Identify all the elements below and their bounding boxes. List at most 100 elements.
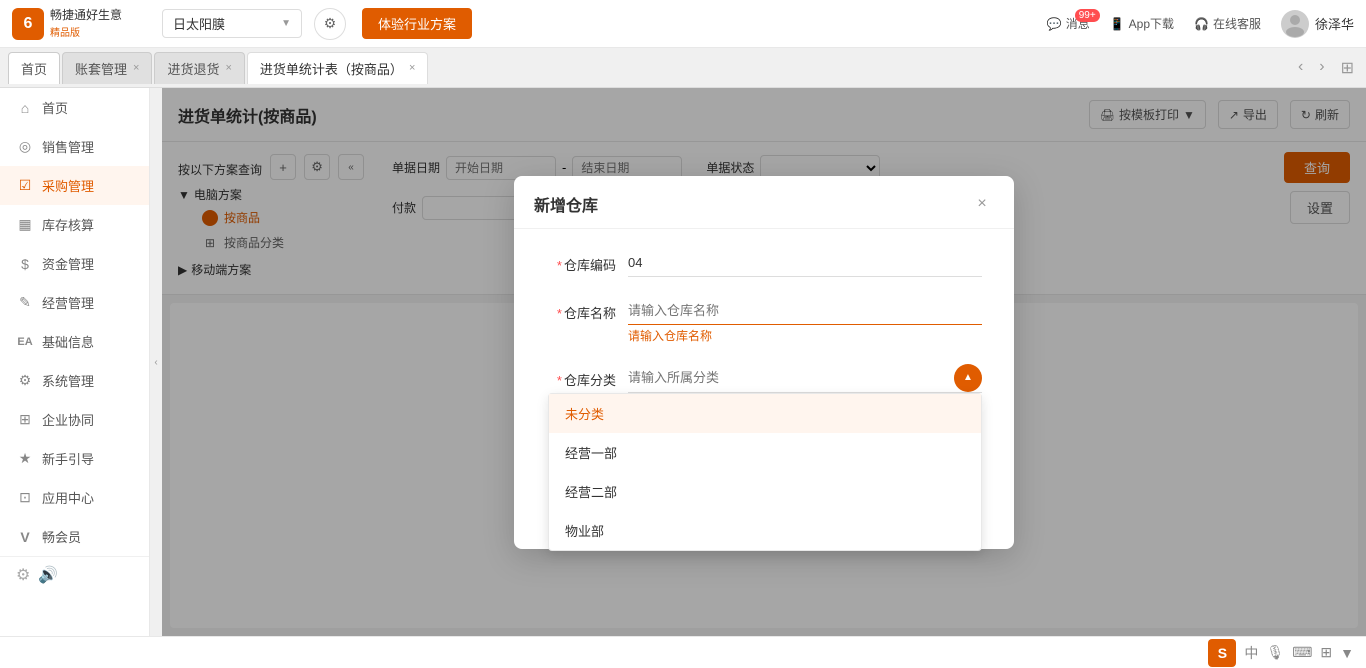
sidebar-item-apps[interactable]: ⊡ 应用中心	[0, 478, 149, 517]
header-actions: ⚙ 体验行业方案	[314, 8, 472, 40]
top-header: 6 畅捷通好生意 精品版 日太阳膜 ▼ ⚙ 体验行业方案 💬 消息 99+ 📱 …	[0, 0, 1366, 48]
trial-button[interactable]: 体验行业方案	[362, 8, 472, 39]
s-logo: S	[1208, 639, 1236, 667]
sidebar-guide-label: 新手引导	[42, 449, 94, 468]
warehouse-code-input[interactable]	[628, 249, 982, 277]
apps-icon: ⊡	[16, 489, 34, 506]
tab-menu-button[interactable]: ⊞	[1337, 58, 1358, 78]
app-download-label: App下载	[1129, 15, 1174, 32]
sidebar: ⌂ 首页 ◎ 销售管理 ☑ 采购管理 ▦ 库存核算 $ 资金管理 ✎ 经营管理 …	[0, 88, 150, 636]
category-input[interactable]	[628, 364, 954, 391]
store-dropdown-arrow: ▼	[281, 18, 291, 29]
form-row-code: 仓库编码	[546, 249, 982, 277]
modal-header: 新增仓库 ×	[514, 176, 1014, 229]
bottom-grid-icon[interactable]: ⊞	[1320, 644, 1332, 661]
tab-next-button[interactable]: ›	[1315, 58, 1328, 78]
finance-icon: $	[16, 256, 34, 272]
sidebar-finance-label: 资金管理	[42, 254, 94, 273]
logo-icon: 6	[12, 8, 44, 40]
home-icon: ⌂	[16, 100, 34, 116]
accounts-tab-label: 账套管理	[75, 59, 127, 78]
dropdown-item-dept2[interactable]: 经营二部	[549, 472, 981, 511]
sidebar-collapse-button[interactable]: ‹	[150, 88, 162, 636]
sidebar-vip-label: 畅会员	[42, 527, 81, 546]
returns-tab-close[interactable]: ×	[225, 62, 231, 74]
headset-icon: 🎧	[1194, 17, 1209, 31]
enterprise-icon: ⊞	[16, 411, 34, 428]
category-dropdown-arrow[interactable]: ▲	[954, 364, 982, 392]
sidebar-item-sales[interactable]: ◎ 销售管理	[0, 127, 149, 166]
vip-icon: V	[16, 529, 34, 545]
app-name: 畅捷通好生意	[50, 8, 122, 24]
dropdown-item-none[interactable]: 未分类	[549, 394, 981, 433]
bottom-lang-icon[interactable]: 中	[1244, 643, 1258, 663]
bottom-keyboard-icon[interactable]: ⌨	[1292, 644, 1312, 661]
tab-accounts[interactable]: 账套管理 ×	[62, 52, 152, 84]
modal-overlay: 新增仓库 × 仓库编码 仓库名称	[162, 88, 1366, 636]
modal-close-button[interactable]: ×	[970, 192, 994, 216]
store-selector[interactable]: 日太阳膜 ▼	[162, 9, 302, 38]
dropdown-item-dept1[interactable]: 经营一部	[549, 433, 981, 472]
sidebar-home-label: 首页	[42, 98, 68, 117]
sidebar-inventory-label: 库存核算	[42, 215, 94, 234]
user-area[interactable]: 徐泽华	[1281, 10, 1354, 38]
field-code-label: 仓库编码	[546, 249, 616, 274]
username: 徐泽华	[1315, 14, 1354, 33]
tab-home[interactable]: 首页	[8, 52, 60, 84]
tab-returns[interactable]: 进货退货 ×	[154, 52, 244, 84]
sidebar-apps-label: 应用中心	[42, 488, 94, 507]
sidebar-item-business[interactable]: ✎ 经营管理	[0, 283, 149, 322]
tab-stats[interactable]: 进货单统计表（按商品） ×	[247, 52, 428, 84]
accounts-tab-close[interactable]: ×	[133, 62, 139, 74]
sidebar-item-enterprise[interactable]: ⊞ 企业协同	[0, 400, 149, 439]
stats-tab-close[interactable]: ×	[409, 62, 415, 74]
dropdown-item-dept3[interactable]: 物业部	[549, 511, 981, 550]
warehouse-name-input[interactable]	[628, 297, 982, 325]
phone-icon: 📱	[1110, 17, 1125, 31]
field-name-label: 仓库名称	[546, 297, 616, 322]
app-badge: 精品版	[50, 24, 122, 39]
notification-button[interactable]: 💬 消息 99+	[1047, 15, 1090, 32]
main-layout: ⌂ 首页 ◎ 销售管理 ☑ 采购管理 ▦ 库存核算 $ 资金管理 ✎ 经营管理 …	[0, 88, 1366, 636]
sidebar-sound-icon[interactable]: 🔊	[38, 565, 58, 585]
store-name: 日太阳膜	[173, 14, 225, 33]
basic-icon: EA	[16, 336, 34, 348]
sales-icon: ◎	[16, 138, 34, 155]
sidebar-enterprise-label: 企业协同	[42, 410, 94, 429]
sidebar-settings-icon[interactable]: ⚙	[16, 565, 30, 585]
sidebar-purchase-label: 采购管理	[42, 176, 94, 195]
bottom-mic-icon[interactable]: 🎙	[1266, 644, 1284, 661]
sidebar-basic-label: 基础信息	[42, 332, 94, 351]
sidebar-item-system[interactable]: ⚙ 系统管理	[0, 361, 149, 400]
content-area: 进货单统计(按商品) 🖨 按模板打印 ▼ ↗ 导出 ↻ 刷新	[162, 88, 1366, 636]
bottom-arrow-icon[interactable]: ▼	[1340, 645, 1354, 661]
category-select-wrapper: ▲	[628, 364, 982, 393]
home-tab-label: 首页	[21, 59, 47, 78]
warehouse-name-error: 请输入仓库名称	[628, 327, 982, 344]
notification-badge: 99+	[1075, 9, 1100, 22]
avatar	[1281, 10, 1309, 38]
form-row-name: 仓库名称 请输入仓库名称	[546, 297, 982, 344]
new-warehouse-modal: 新增仓库 × 仓库编码 仓库名称	[514, 176, 1014, 549]
app-download-button[interactable]: 📱 App下载	[1110, 15, 1174, 32]
guide-icon: ★	[16, 450, 34, 467]
tab-bar-right: ‹ › ⊞	[1294, 58, 1358, 78]
stats-tab-label: 进货单统计表（按商品）	[260, 59, 403, 78]
sidebar-item-vip[interactable]: V 畅会员	[0, 517, 149, 556]
tab-prev-button[interactable]: ‹	[1294, 58, 1307, 78]
field-name-wrapper: 请输入仓库名称	[628, 297, 982, 344]
sidebar-item-guide[interactable]: ★ 新手引导	[0, 439, 149, 478]
sidebar-item-basic[interactable]: EA 基础信息	[0, 322, 149, 361]
bottom-bar: S 中 🎙 ⌨ ⊞ ▼	[0, 636, 1366, 668]
bottom-logo-area: S 中 🎙 ⌨ ⊞ ▼	[1208, 639, 1354, 667]
sidebar-item-inventory[interactable]: ▦ 库存核算	[0, 205, 149, 244]
online-service-button[interactable]: 🎧 在线客服	[1194, 15, 1261, 32]
logo-area: 6 畅捷通好生意 精品版	[12, 8, 162, 40]
sidebar-item-finance[interactable]: $ 资金管理	[0, 244, 149, 283]
message-icon: 💬	[1047, 17, 1062, 31]
purchase-icon: ☑	[16, 177, 34, 194]
business-icon: ✎	[16, 294, 34, 311]
sidebar-item-purchase[interactable]: ☑ 采购管理	[0, 166, 149, 205]
settings-button[interactable]: ⚙	[314, 8, 346, 40]
sidebar-item-home[interactable]: ⌂ 首页	[0, 88, 149, 127]
